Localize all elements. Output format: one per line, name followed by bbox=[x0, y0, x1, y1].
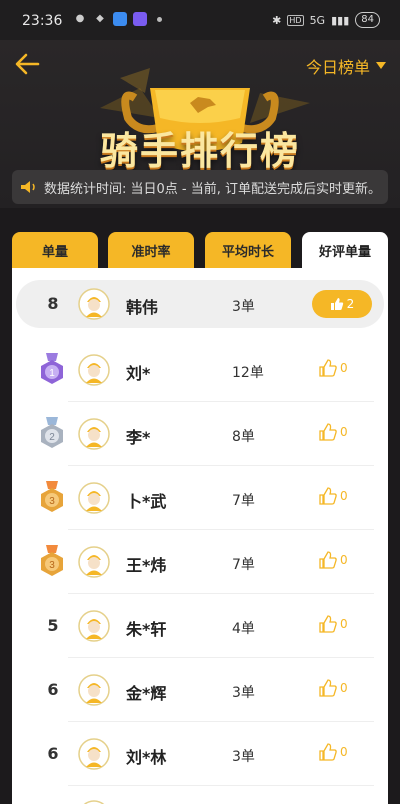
avatar bbox=[78, 674, 110, 706]
avatar bbox=[78, 546, 110, 578]
table-row: 2 李* 8单 0 bbox=[12, 402, 388, 466]
rider-name: 金*辉 bbox=[126, 684, 167, 703]
wechat-icon: ● bbox=[75, 13, 85, 24]
table-row bbox=[12, 786, 388, 804]
avatar bbox=[78, 738, 110, 770]
tab-average-duration[interactable]: 平均时长 bbox=[205, 232, 291, 268]
like-button[interactable]: 0 bbox=[318, 678, 348, 698]
table-row: 3 卜*武 7单 0 bbox=[12, 466, 388, 530]
like-count: 0 bbox=[340, 681, 348, 695]
tab-bar: 单量 准时率 平均时长 好评单量 bbox=[12, 232, 388, 268]
status-time: 23:36 bbox=[22, 13, 63, 29]
notification-icons: ● ◆ bbox=[73, 12, 162, 26]
notice-text: 数据统计时间: 当日0点 - 当前, 订单配送完成后实时更新。 bbox=[44, 181, 382, 197]
status-right: ✱ HD 5G ▮▮▮ 84 bbox=[272, 12, 380, 28]
page-title: 骑手排行榜 bbox=[99, 129, 300, 173]
order-count: 3单 bbox=[232, 685, 255, 701]
svg-text:1: 1 bbox=[49, 368, 55, 379]
like-button[interactable]: 0 bbox=[318, 550, 348, 570]
network-label: 5G bbox=[309, 13, 326, 27]
like-button[interactable]: 0 bbox=[318, 422, 348, 442]
hd-icon: HD bbox=[287, 14, 304, 26]
like-count: 0 bbox=[340, 617, 348, 631]
medal-bronze-icon: 3 bbox=[41, 545, 63, 576]
order-count: 4单 bbox=[232, 621, 255, 637]
like-count: 0 bbox=[340, 489, 348, 503]
avatar bbox=[78, 610, 110, 642]
app-icon: ◆ bbox=[96, 13, 104, 24]
like-count: 0 bbox=[340, 361, 348, 375]
like-count: 0 bbox=[340, 425, 348, 439]
thumbs-up-icon bbox=[319, 551, 337, 569]
signal-icon: ▮▮▮ bbox=[331, 13, 350, 27]
rank-number: 6 bbox=[47, 680, 59, 699]
speaker-icon bbox=[21, 181, 35, 193]
table-row: 5 朱*轩 4单 0 bbox=[12, 594, 388, 658]
order-count: 8单 bbox=[232, 429, 255, 445]
rank-number: 8 bbox=[47, 294, 59, 313]
rank-number: 6 bbox=[47, 744, 59, 763]
notice-bar: 数据统计时间: 当日0点 - 当前, 订单配送完成后实时更新。 bbox=[12, 170, 388, 204]
avatar bbox=[83, 800, 105, 804]
thumbs-up-icon bbox=[330, 298, 343, 310]
header: 今日榜单 骑手排行榜 数据统计时间: 当日0点 - 当前, 订单配送完成后实时更… bbox=[0, 40, 400, 208]
table-row: 6 刘*林 3单 0 bbox=[12, 722, 388, 786]
svg-text:3: 3 bbox=[49, 560, 55, 571]
rider-name: 李* bbox=[126, 428, 151, 447]
order-count: 12单 bbox=[232, 365, 264, 381]
more-dot-icon bbox=[157, 16, 162, 22]
thumbs-up-icon bbox=[319, 423, 337, 441]
tab-positive-reviews[interactable]: 好评单量 bbox=[302, 232, 388, 268]
medal-purple-icon: 1 bbox=[41, 353, 63, 384]
order-count: 7单 bbox=[232, 557, 255, 573]
rider-name: 刘*林 bbox=[126, 748, 167, 767]
avatar bbox=[78, 482, 110, 514]
ranking-list: 8 韩伟 3单 2 1 刘* 12单 0 2 李* 8单 0 3 卜*武 7单 … bbox=[12, 268, 388, 804]
app-icon bbox=[133, 12, 147, 26]
like-button[interactable]: 0 bbox=[318, 614, 348, 634]
rider-name: 卜*武 bbox=[126, 492, 167, 511]
avatar bbox=[78, 288, 110, 320]
like-button[interactable]: 0 bbox=[318, 486, 348, 506]
order-count: 3单 bbox=[232, 749, 255, 765]
like-count: 0 bbox=[340, 553, 348, 567]
thumbs-up-icon bbox=[319, 487, 337, 505]
tab-order-count[interactable]: 单量 bbox=[12, 232, 98, 268]
app-icon bbox=[113, 12, 127, 26]
bluetooth-icon: ✱ bbox=[272, 13, 282, 27]
svg-text:3: 3 bbox=[49, 496, 55, 507]
rider-name: 王*炜 bbox=[126, 556, 167, 575]
table-row: 6 金*辉 3单 0 bbox=[12, 658, 388, 722]
like-button[interactable]: 2 bbox=[312, 290, 372, 318]
thumbs-up-icon bbox=[319, 615, 337, 633]
back-arrow-icon[interactable] bbox=[14, 52, 40, 76]
status-bar: 23:36 ● ◆ ✱ HD 5G ▮▮▮ 84 bbox=[0, 0, 400, 40]
battery-icon: 84 bbox=[355, 12, 380, 28]
order-count: 7单 bbox=[232, 493, 255, 509]
medal-silver-icon: 2 bbox=[41, 417, 63, 448]
my-rank-row: 8 韩伟 3单 2 bbox=[12, 268, 388, 338]
like-count: 2 bbox=[346, 297, 355, 311]
avatar bbox=[78, 354, 110, 386]
rider-name: 韩伟 bbox=[126, 298, 159, 317]
medal-bronze-icon: 3 bbox=[41, 481, 63, 512]
table-row: 1 刘* 12单 0 bbox=[12, 338, 388, 402]
tab-on-time-rate[interactable]: 准时率 bbox=[108, 232, 194, 268]
order-count: 3单 bbox=[232, 299, 255, 315]
like-button[interactable]: 0 bbox=[318, 358, 348, 378]
triangle-down-icon bbox=[376, 62, 386, 69]
like-count: 0 bbox=[340, 745, 348, 759]
like-button[interactable]: 0 bbox=[318, 742, 348, 762]
thumbs-up-icon bbox=[319, 679, 337, 697]
table-row: 3 王*炜 7单 0 bbox=[12, 530, 388, 594]
avatar bbox=[78, 418, 110, 450]
svg-text:2: 2 bbox=[49, 432, 55, 443]
thumbs-up-icon bbox=[319, 743, 337, 761]
thumbs-up-icon bbox=[319, 359, 337, 377]
rider-name: 刘* bbox=[126, 364, 151, 383]
rider-name: 朱*轩 bbox=[126, 620, 167, 639]
rank-number: 5 bbox=[47, 616, 59, 635]
